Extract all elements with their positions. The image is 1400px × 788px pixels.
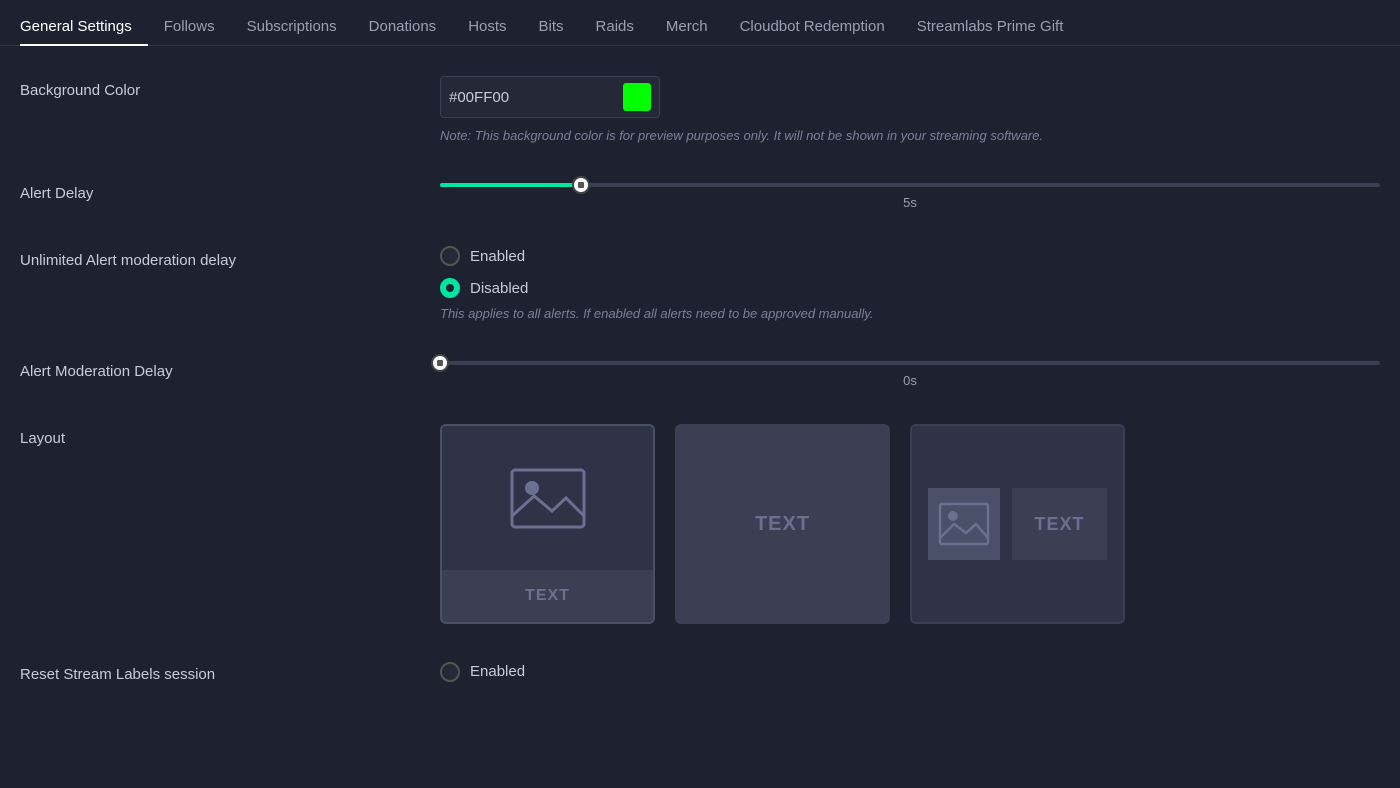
color-input-wrapper[interactable] [440,76,660,118]
unlimited-alert-disabled-radio[interactable] [440,278,460,298]
tab-streamlabs-prime-gift[interactable]: Streamlabs Prime Gift [901,8,1080,45]
unlimited-alert-enabled-radio[interactable] [440,246,460,266]
layout-card-2[interactable]: TEXT [675,424,890,624]
tab-donations[interactable]: Donations [353,8,453,45]
unlimited-alert-control: Enabled Disabled This applies to all ale… [440,246,1380,321]
tab-hosts[interactable]: Hosts [452,8,522,45]
color-swatch[interactable] [623,83,651,111]
nav-tabs: General Settings Follows Subscriptions D… [0,0,1400,46]
layout-card-1-bottom: TEXT [442,570,653,622]
unlimited-alert-label: Unlimited Alert moderation delay [20,246,440,269]
tab-merch[interactable]: Merch [650,8,724,45]
unlimited-alert-note: This applies to all alerts. If enabled a… [440,306,1380,321]
alert-moderation-delay-label: Alert Moderation Delay [20,357,440,380]
layout-1-image-icon [508,466,588,531]
alert-delay-value: 5s [440,195,1380,210]
layout-control: TEXT TEXT [440,424,1380,624]
alert-mod-slider-track [440,361,1380,365]
unlimited-alert-disabled-option[interactable]: Disabled [440,278,1380,298]
tab-bits[interactable]: Bits [523,8,580,45]
layout-card-2-top: TEXT [677,426,888,622]
background-color-label: Background Color [20,76,440,99]
tab-cloudbot-redemption[interactable]: Cloudbot Redemption [724,8,901,45]
layout-3-image-placeholder [928,488,1000,560]
layout-card-2-text: TEXT [677,426,888,622]
alert-moderation-delay-control: 0s [440,357,1380,388]
reset-stream-labels-label: Reset Stream Labels session [20,660,440,683]
layout-card-1-top [442,426,653,570]
reset-stream-labels-control: Enabled [440,662,1380,682]
tab-general-settings[interactable]: General Settings [20,8,148,45]
layout-row: Layout TEXT [20,424,1380,624]
background-color-row: Background Color Note: This background c… [20,76,1380,143]
layout-3-inner: TEXT [912,426,1123,622]
alert-moderation-delay-row: Alert Moderation Delay 0s [20,357,1380,388]
color-text-input[interactable] [449,89,617,106]
slider-fill [440,183,581,187]
reset-stream-labels-row: Reset Stream Labels session Enabled [20,660,1380,683]
unlimited-alert-enabled-label: Enabled [470,248,525,265]
alert-delay-slider[interactable]: 5s [440,179,1380,210]
unlimited-alert-enabled-option[interactable]: Enabled [440,246,1380,266]
layout-cards: TEXT TEXT [440,424,1380,624]
layout-3-image-icon [938,502,990,546]
reset-stream-labels-enabled-label: Enabled [470,663,525,680]
layout-card-1[interactable]: TEXT [440,424,655,624]
alert-moderation-delay-value: 0s [440,373,1380,388]
alert-delay-label: Alert Delay [20,179,440,202]
layout-card-1-text-label: TEXT [525,587,570,605]
layout-card-3[interactable]: TEXT [910,424,1125,624]
slider-thumb[interactable] [572,176,590,194]
tab-raids[interactable]: Raids [580,8,650,45]
background-color-control: Note: This background color is for previ… [440,76,1380,143]
tab-subscriptions[interactable]: Subscriptions [231,8,353,45]
color-note: Note: This background color is for previ… [440,128,1380,143]
tab-follows[interactable]: Follows [148,8,231,45]
settings-content: Background Color Note: This background c… [0,46,1400,749]
alert-moderation-delay-slider[interactable]: 0s [440,357,1380,388]
reset-stream-labels-enabled-radio[interactable] [440,662,460,682]
layout-card-3-text: TEXT [1012,488,1107,560]
unlimited-alert-disabled-label: Disabled [470,280,528,297]
reset-stream-labels-enabled-option[interactable]: Enabled [440,662,1380,682]
alert-delay-row: Alert Delay 5s [20,179,1380,210]
alert-mod-slider-thumb[interactable] [431,354,449,372]
layout-1-image-placeholder [508,466,588,531]
alert-delay-control: 5s [440,179,1380,210]
layout-card-3-top: TEXT [912,426,1123,622]
unlimited-alert-radio-group: Enabled Disabled [440,246,1380,298]
slider-track [440,183,1380,187]
alert-mod-slider-thumb-inner [437,360,443,366]
slider-thumb-inner [578,182,584,188]
layout-label: Layout [20,424,440,447]
unlimited-alert-row: Unlimited Alert moderation delay Enabled… [20,246,1380,321]
